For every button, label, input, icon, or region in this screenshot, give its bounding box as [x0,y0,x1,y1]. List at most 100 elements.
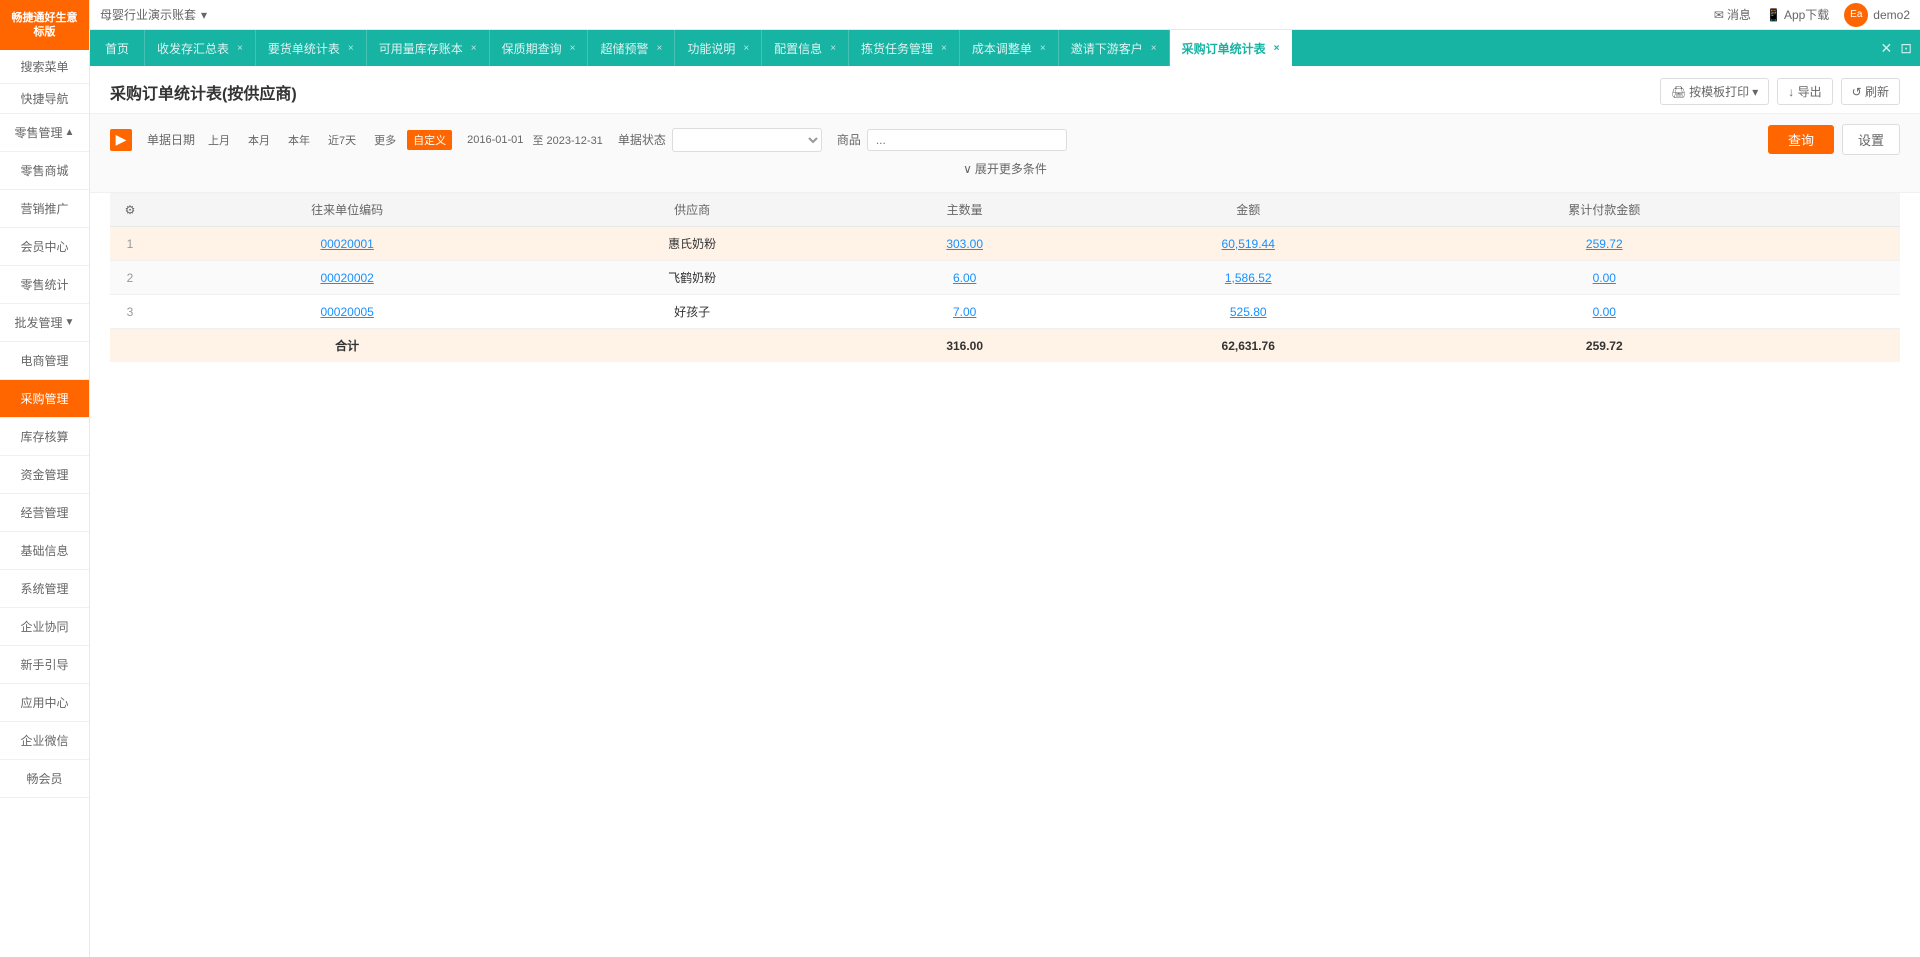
sidebar-item-mall[interactable]: 零售商城 [0,152,89,190]
sidebar-item-enterprise[interactable]: 企业协同 [0,608,89,646]
date-btn-this-year[interactable]: 本年 [281,129,317,151]
sidebar-item-newuser[interactable]: 新手引导 [0,646,89,684]
tab-label: 超储预警 [600,40,648,57]
close-icon[interactable]: × [941,43,947,54]
sidebar-item-finance[interactable]: 资金管理 [0,456,89,494]
col-supplier: 供应商 [544,193,840,227]
status-select[interactable] [672,128,822,152]
close-all-icon[interactable]: ✕ [1881,40,1893,57]
tab-keyongkucunzhangben[interactable]: 可用量库存账本 × [367,30,490,66]
close-icon[interactable]: × [570,43,576,54]
tab-home[interactable]: 首页 [90,30,145,66]
tabbar-actions: ✕ ⊡ [1873,30,1920,66]
close-icon[interactable]: × [237,43,243,54]
sidebar-item-purchase[interactable]: 采购管理 [0,380,89,418]
sidebar-item-label: 批发管理 [15,314,63,331]
avatar: Ea [1844,3,1868,27]
tab-caigoudan[interactable]: 采购订单统计表 × [1170,30,1293,66]
row-amount[interactable]: 1,586.52 [1089,261,1407,295]
date-btn-this-month[interactable]: 本月 [241,129,277,151]
sidebar-item-wechat[interactable]: 企业微信 [0,722,89,760]
tab-label: 采购订单统计表 [1182,40,1266,57]
tab-shoufahuizong[interactable]: 收发存汇总表 × [145,30,256,66]
close-icon[interactable]: × [1151,43,1157,54]
date-to-value: 至 2023-12-31 [529,132,602,148]
sidebar-item-operations[interactable]: 经营管理 [0,494,89,532]
settings-button[interactable]: 设置 [1842,124,1900,155]
row-code[interactable]: 00020002 [150,261,544,295]
row-amount[interactable]: 60,519.44 [1089,227,1407,261]
tab-chengben[interactable]: 成本调整单 × [960,30,1059,66]
row-supplier: 飞鹤奶粉 [544,261,840,295]
date-custom-label[interactable]: 自定义 [407,130,452,150]
workspace-selector[interactable]: 母婴行业演示账套 ▾ [100,6,207,23]
date-from-value: 2016-01-01 [467,134,523,146]
tab-baozhi[interactable]: 保质期查询 × [490,30,589,66]
row-paid[interactable]: 0.00 [1407,261,1801,295]
sidebar-item-retail-stats[interactable]: 零售统计 [0,266,89,304]
tab-pihuo[interactable]: 拣货任务管理 × [849,30,960,66]
tab-label: 功能说明 [687,40,735,57]
username-label: demo2 [1873,8,1910,22]
tab-label: 配置信息 [774,40,822,57]
sidebar-item-marketing[interactable]: 营销推广 [0,190,89,228]
tab-label: 要货单统计表 [268,40,340,57]
app-download-button[interactable]: 📱 App下载 [1766,6,1829,23]
date-btn-more[interactable]: 更多 [367,129,403,151]
row-quantity[interactable]: 6.00 [840,261,1089,295]
close-icon[interactable]: × [743,43,749,54]
row-paid[interactable]: 0.00 [1407,295,1801,329]
row-amount[interactable]: 525.80 [1089,295,1407,329]
sidebar-item-retail[interactable]: 零售管理 ▲ [0,114,89,152]
row-quantity[interactable]: 303.00 [840,227,1089,261]
date-btn-last-month[interactable]: 上月 [201,129,237,151]
sidebar-item-appcenter[interactable]: 应用中心 [0,684,89,722]
sidebar-item-ecommerce[interactable]: 电商管理 [0,342,89,380]
goods-input[interactable] [867,129,1067,151]
row-code[interactable]: 00020001 [150,227,544,261]
avatar-text: Ea [1850,9,1862,20]
row-quantity[interactable]: 7.00 [840,295,1089,329]
close-icon[interactable]: × [348,43,354,54]
sidebar-item-nav[interactable]: 快捷导航 [0,84,89,114]
date-range: 上月 本月 本年 近7天 更多 自定义 [201,129,452,151]
user-menu[interactable]: Ea demo2 [1844,3,1910,27]
tab-yaohuodanjihuibiao[interactable]: 要货单统计表 × [256,30,367,66]
footer-label: 合计 [150,329,544,363]
filter-toggle-button[interactable]: ▶ [110,129,132,151]
message-button[interactable]: ✉ 消息 [1714,6,1751,23]
refresh-button[interactable]: ↺ 刷新 [1841,78,1900,105]
col-amount: 金额 [1089,193,1407,227]
sidebar-item-member[interactable]: 会员中心 [0,228,89,266]
close-icon[interactable]: × [656,43,662,54]
date-btn-7days[interactable]: 近7天 [321,129,363,151]
tab-chaoyuyujing[interactable]: 超储预警 × [588,30,675,66]
app-download-label: App下载 [1784,6,1829,23]
sidebar-item-inventory[interactable]: 库存核算 [0,418,89,456]
sidebar-item-search[interactable]: 搜索菜单 [0,50,89,84]
tab-yaoqing[interactable]: 邀请下游客户 × [1059,30,1170,66]
sidebar-item-system[interactable]: 系统管理 [0,570,89,608]
close-icon[interactable]: × [471,43,477,54]
search-button[interactable]: 查询 [1768,125,1834,154]
close-icon[interactable]: × [1040,43,1046,54]
sidebar-item-wholesale[interactable]: 批发管理 ▼ [0,304,89,342]
main-area: 母婴行业演示账套 ▾ ✉ 消息 📱 App下载 Ea demo2 首页 [90,0,1920,957]
workspace-name: 母婴行业演示账套 [100,6,196,23]
expand-more-button[interactable]: ∨ 展开更多条件 [110,155,1900,182]
row-paid[interactable]: 259.72 [1407,227,1801,261]
chevron-down-icon: ▾ [1752,85,1758,99]
row-code[interactable]: 00020005 [150,295,544,329]
close-icon[interactable]: × [830,43,836,54]
col-settings[interactable]: ⚙ [110,193,150,227]
sidebar-item-vip[interactable]: 畅会员 [0,760,89,798]
tab-gongnengshuo[interactable]: 功能说明 × [675,30,762,66]
print-button[interactable]: 🖨 按模板打印 ▾ [1660,78,1769,105]
export-button[interactable]: ↓ 导出 [1777,78,1832,105]
sidebar-item-basic[interactable]: 基础信息 [0,532,89,570]
tab-peizhi[interactable]: 配置信息 × [762,30,849,66]
date-label: 单据日期 [147,131,195,148]
workspace-dropdown-icon[interactable]: ▾ [201,8,207,22]
close-icon[interactable]: × [1274,43,1280,54]
maximize-icon[interactable]: ⊡ [1900,40,1912,57]
